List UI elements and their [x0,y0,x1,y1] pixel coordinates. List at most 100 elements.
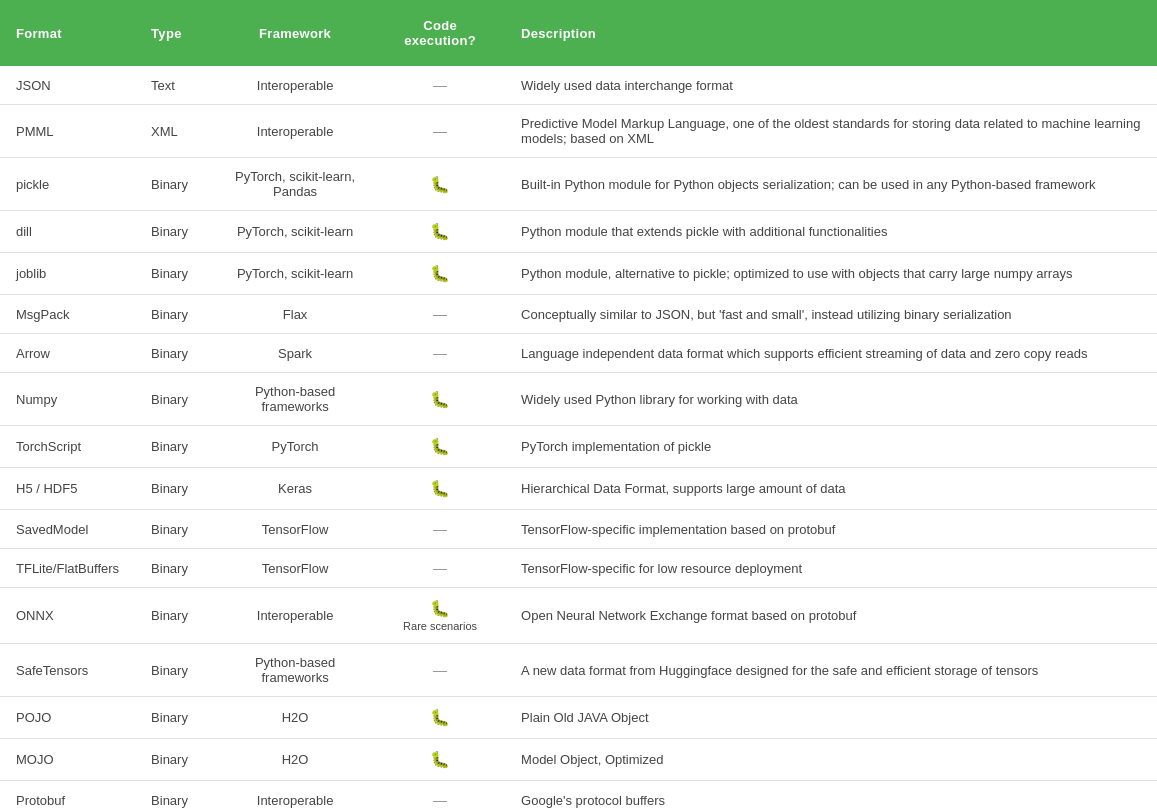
cell-framework: H2O [215,697,375,739]
cell-format: H5 / HDF5 [0,468,135,510]
cell-type: Binary [135,468,215,510]
table-row: NumpyBinaryPython-based frameworks🐛Widel… [0,373,1157,426]
cell-type: XML [135,105,215,158]
cell-description: Google's protocol buffers [505,781,1157,811]
cell-type: Binary [135,588,215,644]
cell-framework: TensorFlow [215,510,375,549]
dash-icon: — [433,345,447,361]
cell-type: Binary [135,334,215,373]
cell-type: Binary [135,697,215,739]
cell-framework: Keras [215,468,375,510]
cell-description: Widely used data interchange format [505,66,1157,105]
header-type: Type [135,0,215,66]
rare-scenarios-cell: 🐛Rare scenarios [391,599,489,632]
cell-description: Predictive Model Markup Language, one of… [505,105,1157,158]
cell-type: Binary [135,549,215,588]
cell-code-execution: 🐛 [375,697,505,739]
cell-format: MOJO [0,739,135,781]
cell-code-execution: — [375,295,505,334]
cell-format: TorchScript [0,426,135,468]
formats-table: Format Type Framework Code execution? De… [0,0,1157,810]
cell-framework: PyTorch, scikit-learn, Pandas [215,158,375,211]
table-row: SavedModelBinaryTensorFlow—TensorFlow-sp… [0,510,1157,549]
cell-format: SafeTensors [0,644,135,697]
cell-code-execution: — [375,644,505,697]
cell-format: JSON [0,66,135,105]
cell-framework: PyTorch [215,426,375,468]
dash-icon: — [433,306,447,322]
bug-icon: 🐛 [430,390,450,409]
cell-description: Model Object, Optimized [505,739,1157,781]
cell-type: Binary [135,373,215,426]
cell-code-execution: — [375,66,505,105]
cell-format: Arrow [0,334,135,373]
cell-description: Python module, alternative to pickle; op… [505,253,1157,295]
table-row: pickleBinaryPyTorch, scikit-learn, Panda… [0,158,1157,211]
cell-description: Widely used Python library for working w… [505,373,1157,426]
table-row: SafeTensorsBinaryPython-based frameworks… [0,644,1157,697]
cell-format: TFLite/FlatBuffers [0,549,135,588]
cell-framework: Python-based frameworks [215,373,375,426]
cell-type: Binary [135,253,215,295]
dash-icon: — [433,77,447,93]
cell-format: ONNX [0,588,135,644]
table-row: MOJOBinaryH2O🐛Model Object, Optimized [0,739,1157,781]
header-framework: Framework [215,0,375,66]
table-row: ProtobufBinaryInteroperable—Google's pro… [0,781,1157,811]
table-row: MsgPackBinaryFlax—Conceptually similar t… [0,295,1157,334]
cell-description: PyTorch implementation of pickle [505,426,1157,468]
cell-description: Python module that extends pickle with a… [505,211,1157,253]
dash-icon: — [433,123,447,139]
bug-icon: 🐛 [430,708,450,727]
cell-code-execution: 🐛 [375,253,505,295]
table-row: TFLite/FlatBuffersBinaryTensorFlow — Tenso… [0,549,1157,588]
dash-icon: — [433,521,447,537]
cell-type: Binary [135,739,215,781]
cell-format: SavedModel [0,510,135,549]
header-description: Description [505,0,1157,66]
table-row: PMMLXMLInteroperable—Predictive Model Ma… [0,105,1157,158]
cell-code-execution: 🐛 [375,158,505,211]
cell-code-execution: 🐛 [375,426,505,468]
cell-type: Binary [135,211,215,253]
cell-format: pickle [0,158,135,211]
cell-code-execution: — [375,105,505,158]
cell-type: Binary [135,644,215,697]
dash-icon: — [433,792,447,808]
cell-code-execution: — [375,781,505,811]
cell-description: Built-in Python module for Python object… [505,158,1157,211]
cell-framework: Flax [215,295,375,334]
cell-type: Binary [135,426,215,468]
cell-description: Plain Old JAVA Object [505,697,1157,739]
bug-icon: 🐛 [430,222,450,241]
cell-code-execution: 🐛 [375,373,505,426]
cell-code-execution: 🐛 [375,739,505,781]
cell-format: dill [0,211,135,253]
cell-type: Text [135,66,215,105]
cell-type: Binary [135,510,215,549]
cell-code-execution: 🐛Rare scenarios [375,588,505,644]
dash-icon: — [433,560,447,576]
table-container: Format Type Framework Code execution? De… [0,0,1157,810]
cell-format: Protobuf [0,781,135,811]
bug-icon: 🐛 [430,264,450,283]
header-code-execution: Code execution? [375,0,505,66]
cell-description: A new data format from Huggingface desig… [505,644,1157,697]
cell-framework: PyTorch, scikit-learn [215,253,375,295]
cell-format: MsgPack [0,295,135,334]
dash-icon: — [433,662,447,678]
table-row: dillBinaryPyTorch, scikit-learn 🐛 Python m… [0,211,1157,253]
cell-framework: TensorFlow [215,549,375,588]
table-row: H5 / HDF5BinaryKeras🐛Hierarchical Data F… [0,468,1157,510]
cell-description: TensorFlow-specific for low resource dep… [505,549,1157,588]
table-row: POJOBinaryH2O🐛Plain Old JAVA Object [0,697,1157,739]
cell-framework: Python-based frameworks [215,644,375,697]
cell-description: Language independent data format which s… [505,334,1157,373]
cell-type: Binary [135,158,215,211]
cell-description: Open Neural Network Exchange format base… [505,588,1157,644]
cell-code-execution: 🐛 [375,211,505,253]
cell-code-execution: — [375,510,505,549]
header-format: Format [0,0,135,66]
cell-description: Conceptually similar to JSON, but 'fast … [505,295,1157,334]
cell-framework: PyTorch, scikit-learn [215,211,375,253]
